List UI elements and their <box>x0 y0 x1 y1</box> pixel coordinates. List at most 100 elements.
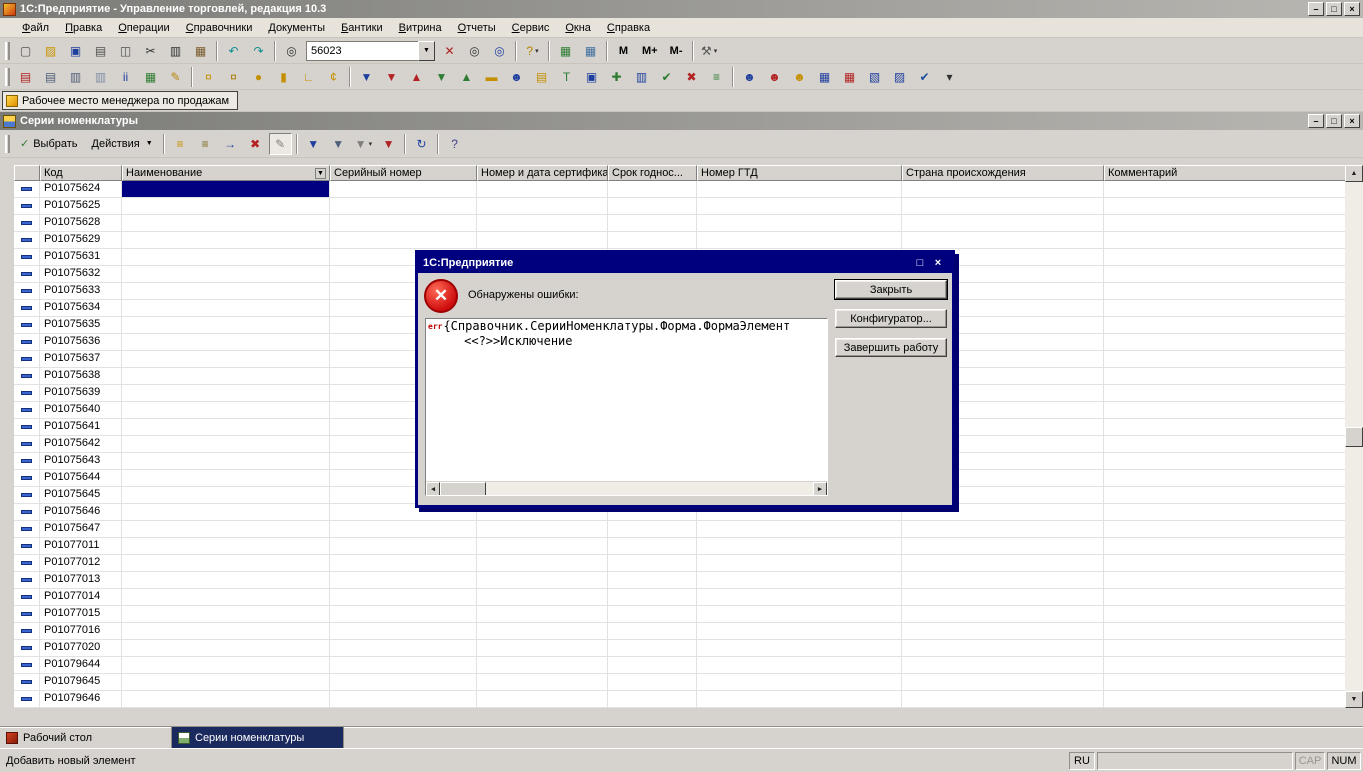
hscroll-thumb[interactable] <box>440 482 486 495</box>
post-document-icon[interactable]: ✔ <box>655 66 678 88</box>
quick-edit-icon[interactable]: ✎ <box>268 132 292 155</box>
print-invoice-icon[interactable]: ▥ <box>64 66 87 88</box>
cell-name[interactable] <box>122 317 330 334</box>
cell-gtd[interactable] <box>697 232 902 249</box>
dialog-maximize-button[interactable]: □ <box>911 255 929 271</box>
scroll-down-button[interactable]: ▼ <box>1345 691 1363 708</box>
cell-expiry[interactable] <box>608 674 697 691</box>
menu-item[interactable]: Правка <box>57 19 110 37</box>
print-document-icon[interactable]: ▤ <box>39 66 62 88</box>
cell-code[interactable]: Р01075632 <box>40 266 122 283</box>
sort-dropdown-icon[interactable]: ▼ <box>315 167 326 179</box>
header-certificate[interactable]: Номер и дата сертификата <box>477 165 608 181</box>
filter-history-icon[interactable]: ▼ ▾ <box>352 133 375 155</box>
cell-cert[interactable] <box>477 623 608 640</box>
cell-code[interactable]: Р01075638 <box>40 368 122 385</box>
cell-serial[interactable] <box>330 657 477 674</box>
cell-comment[interactable] <box>1104 402 1345 419</box>
menu-item[interactable]: Справочники <box>178 19 261 37</box>
cell-name[interactable] <box>122 606 330 623</box>
cell-serial[interactable] <box>330 521 477 538</box>
registers-info-icon[interactable]: ii <box>114 66 137 88</box>
employees-icon[interactable]: ☻ <box>788 66 811 88</box>
new-document-plus-icon[interactable]: ✚ <box>605 66 628 88</box>
cell-code[interactable]: Р01075642 <box>40 436 122 453</box>
calc-memory-subtract-button[interactable]: M- <box>665 40 688 62</box>
incoming-invoice-icon[interactable]: ▼ <box>380 66 403 88</box>
cell-expiry[interactable] <box>608 623 697 640</box>
cell-code[interactable]: Р01075636 <box>40 334 122 351</box>
cell-country[interactable] <box>902 538 1104 555</box>
document-list-icon[interactable]: ≡ <box>705 66 728 88</box>
header-gtd[interactable]: Номер ГТД <box>697 165 902 181</box>
cell-expiry[interactable] <box>608 232 697 249</box>
cell-comment[interactable] <box>1104 691 1345 708</box>
cell-code[interactable]: Р01075637 <box>40 351 122 368</box>
cell-cert[interactable] <box>477 657 608 674</box>
cell-gtd[interactable] <box>697 521 902 538</box>
cell-country[interactable] <box>902 215 1104 232</box>
cell-comment[interactable] <box>1104 572 1345 589</box>
scrollbar-track[interactable] <box>1345 182 1363 691</box>
cell-country[interactable] <box>902 623 1104 640</box>
header-code[interactable]: Код <box>40 165 122 181</box>
cell-serial[interactable] <box>330 232 477 249</box>
horizontal-scrollbar[interactable]: ◀ ▶ <box>426 481 827 495</box>
cell-name[interactable] <box>122 402 330 419</box>
cell-comment[interactable] <box>1104 623 1345 640</box>
cell-comment[interactable] <box>1104 368 1345 385</box>
child-minimize-button[interactable]: – <box>1308 114 1324 128</box>
cell-cert[interactable] <box>477 606 608 623</box>
cell-comment[interactable] <box>1104 249 1345 266</box>
cell-serial[interactable] <box>330 215 477 232</box>
select-button[interactable]: ✓ Выбрать <box>13 133 85 155</box>
cell-code[interactable]: Р01075628 <box>40 215 122 232</box>
goods-issue-icon[interactable]: ▲ <box>455 66 478 88</box>
cell-cert[interactable] <box>477 589 608 606</box>
cell-name[interactable] <box>122 623 330 640</box>
cell-expiry[interactable] <box>608 215 697 232</box>
cell-name[interactable] <box>122 232 330 249</box>
cell-expiry[interactable] <box>608 198 697 215</box>
cell-code[interactable]: Р01075631 <box>40 249 122 266</box>
move-item-icon[interactable]: → <box>219 133 242 155</box>
cell-cert[interactable] <box>477 215 608 232</box>
cell-serial[interactable] <box>330 606 477 623</box>
header-serial[interactable]: Серийный номер <box>330 165 477 181</box>
minimize-button[interactable]: – <box>1308 2 1324 16</box>
menu-item[interactable]: Бантики <box>333 19 391 37</box>
toolbar-grip[interactable] <box>5 67 10 86</box>
prices-icon[interactable]: ¢ <box>322 66 345 88</box>
purse-icon[interactable]: ● <box>247 66 270 88</box>
tree-levels-icon[interactable]: ≡ <box>194 133 217 155</box>
cell-cert[interactable] <box>477 572 608 589</box>
cell-code[interactable]: Р01077012 <box>40 555 122 572</box>
cell-code[interactable]: Р01075624 <box>40 181 122 198</box>
cell-gtd[interactable] <box>697 691 902 708</box>
cell-name[interactable] <box>122 249 330 266</box>
cell-name[interactable] <box>122 385 330 402</box>
table-row[interactable]: Р01075624 <box>14 181 1345 198</box>
cell-comment[interactable] <box>1104 538 1345 555</box>
help-icon[interactable]: ? <box>443 133 466 155</box>
cell-expiry[interactable] <box>608 640 697 657</box>
cell-name[interactable] <box>122 572 330 589</box>
cell-country[interactable] <box>902 657 1104 674</box>
cell-country[interactable] <box>902 572 1104 589</box>
cell-code[interactable]: Р01077015 <box>40 606 122 623</box>
cell-gtd[interactable] <box>697 572 902 589</box>
filter-settings-icon[interactable]: ▼ <box>327 133 350 155</box>
cell-name[interactable] <box>122 215 330 232</box>
cell-serial[interactable] <box>330 555 477 572</box>
redo-icon[interactable]: ↷ <box>247 40 270 62</box>
cell-code[interactable]: Р01075643 <box>40 453 122 470</box>
outgoing-doc-icon[interactable]: ▲ <box>405 66 428 88</box>
cell-name[interactable] <box>122 521 330 538</box>
copy-icon[interactable]: ▥ <box>164 40 187 62</box>
cell-expiry[interactable] <box>608 521 697 538</box>
cell-name[interactable] <box>122 674 330 691</box>
cell-comment[interactable] <box>1104 300 1345 317</box>
table-row[interactable]: Р01077012 <box>14 555 1345 572</box>
table-row[interactable]: Р01075629 <box>14 232 1345 249</box>
cell-country[interactable] <box>902 555 1104 572</box>
